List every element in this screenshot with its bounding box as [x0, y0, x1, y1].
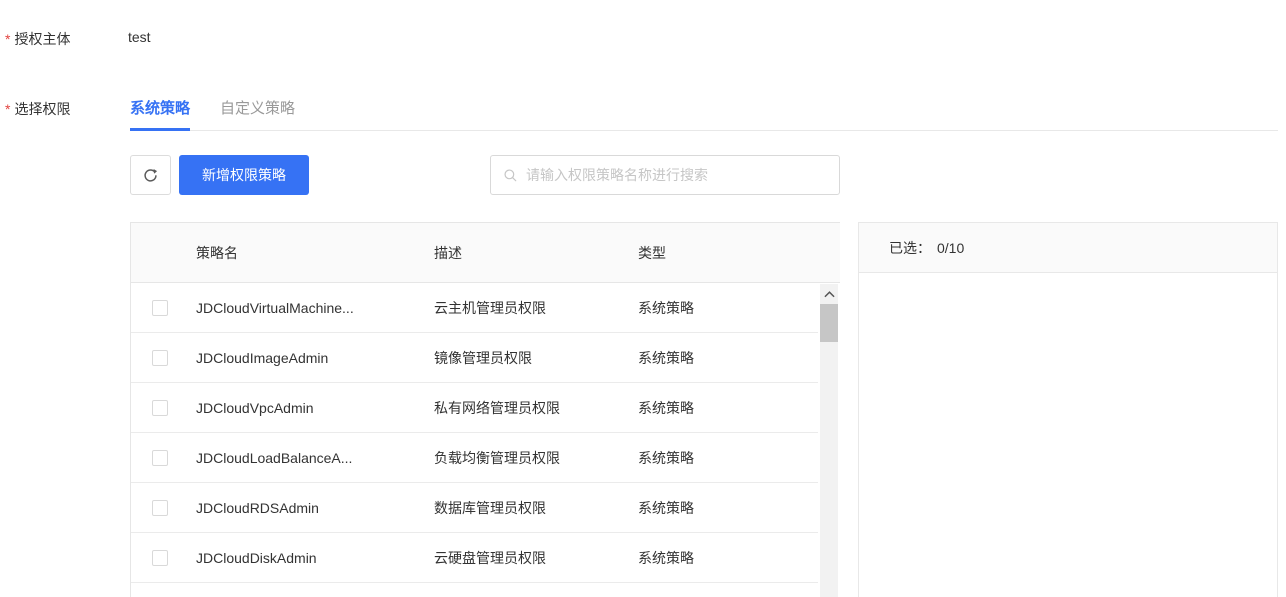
row-checkbox-cell [131, 499, 196, 516]
row-checkbox[interactable] [152, 349, 168, 366]
permission-label-text: 选择权限 [14, 101, 71, 117]
row-checkbox-cell [131, 399, 196, 416]
policy-desc-cell: 负载均衡管理员权限 [434, 449, 560, 466]
table-row[interactable]: JDCloudDiskAdmin 云硬盘管理员权限 系统策略 [131, 533, 818, 583]
table-row[interactable]: JDCloudLoadBalanceA... 负载均衡管理员权限 系统策略 [131, 433, 818, 483]
row-checkbox-cell [131, 449, 196, 466]
policy-type-cell: 系统策略 [638, 299, 694, 316]
tab-custom-policy[interactable]: 自定义策略 [220, 99, 295, 131]
row-checkbox-cell [131, 349, 196, 366]
add-policy-button[interactable]: 新增权限策略 [179, 155, 309, 195]
tab-system-policy[interactable]: 系统策略 [130, 99, 191, 131]
table-row[interactable]: JDCloudImageAdmin 镜像管理员权限 系统策略 [131, 333, 818, 383]
refresh-button[interactable] [130, 155, 171, 195]
row-checkbox[interactable] [152, 549, 168, 566]
policy-desc-cell: 云硬盘管理员权限 [434, 549, 546, 566]
permission-field-label: * 选择权限 [5, 99, 70, 119]
header-description: 描述 [434, 244, 462, 261]
policy-desc-cell: 云主机管理员权限 [434, 299, 546, 316]
table-header: 策略名 描述 类型 [131, 223, 840, 283]
row-checkbox-cell [131, 299, 196, 316]
table-row[interactable]: JDCloudRDSAdmin 数据库管理员权限 系统策略 [131, 483, 818, 533]
table-scrollbar[interactable] [820, 284, 838, 597]
table-row[interactable]: JDCloudVirtualMachine... 云主机管理员权限 系统策略 [131, 283, 818, 333]
row-checkbox[interactable] [152, 499, 168, 516]
policy-type-cell: 系统策略 [638, 549, 694, 566]
refresh-icon [142, 167, 159, 184]
subject-label-text: 授权主体 [14, 31, 71, 47]
policy-name-cell: JDCloudLoadBalanceA... [196, 449, 353, 466]
policy-name-cell: JDCloudVpcAdmin [196, 399, 314, 416]
header-type: 类型 [638, 244, 666, 261]
selected-count: 0/10 [937, 239, 965, 256]
search-icon [503, 168, 526, 183]
policy-name-cell: JDCloudRDSAdmin [196, 499, 319, 516]
subject-value: test [128, 29, 151, 45]
policy-type-cell: 系统策略 [638, 399, 694, 416]
policy-desc-cell: 私有网络管理员权限 [434, 399, 560, 416]
selected-policies-panel: 已选： 0/10 [858, 222, 1278, 597]
selected-panel-header: 已选： 0/10 [859, 223, 1277, 273]
policy-desc-cell: 镜像管理员权限 [434, 349, 532, 366]
subject-field-label: * 授权主体 [5, 29, 70, 49]
policy-tabs: 系统策略 自定义策略 [130, 99, 1278, 131]
policy-type-cell: 系统策略 [638, 449, 694, 466]
table-body: JDCloudVirtualMachine... 云主机管理员权限 系统策略 J… [131, 283, 840, 583]
table-row[interactable]: JDCloudVpcAdmin 私有网络管理员权限 系统策略 [131, 383, 818, 433]
required-marker: * [5, 31, 11, 47]
required-marker: * [5, 101, 11, 117]
policy-type-cell: 系统策略 [638, 499, 694, 516]
scroll-up-icon [823, 290, 835, 298]
row-checkbox[interactable] [152, 449, 168, 466]
scrollbar-thumb[interactable] [820, 304, 838, 342]
row-checkbox[interactable] [152, 299, 168, 316]
policy-table: 策略名 描述 类型 JDCloudVirtualMachine... 云主机管理… [130, 222, 840, 597]
policy-name-cell: JDCloudImageAdmin [196, 349, 329, 366]
policy-desc-cell: 数据库管理员权限 [434, 499, 546, 516]
selected-label: 已选： [889, 239, 931, 256]
row-checkbox-cell [131, 549, 196, 566]
scroll-up-button[interactable] [820, 284, 838, 304]
policy-name-cell: JDCloudDiskAdmin [196, 549, 317, 566]
policy-type-cell: 系统策略 [638, 349, 694, 366]
header-policy-name: 策略名 [196, 244, 238, 261]
policy-search-input[interactable] [526, 167, 827, 183]
policy-search-box [490, 155, 840, 195]
policy-name-cell: JDCloudVirtualMachine... [196, 299, 354, 316]
row-checkbox[interactable] [152, 399, 168, 416]
authorize-permission-page: * 授权主体 test * 选择权限 系统策略 自定义策略 新增权限策略 请输入… [0, 0, 1286, 597]
